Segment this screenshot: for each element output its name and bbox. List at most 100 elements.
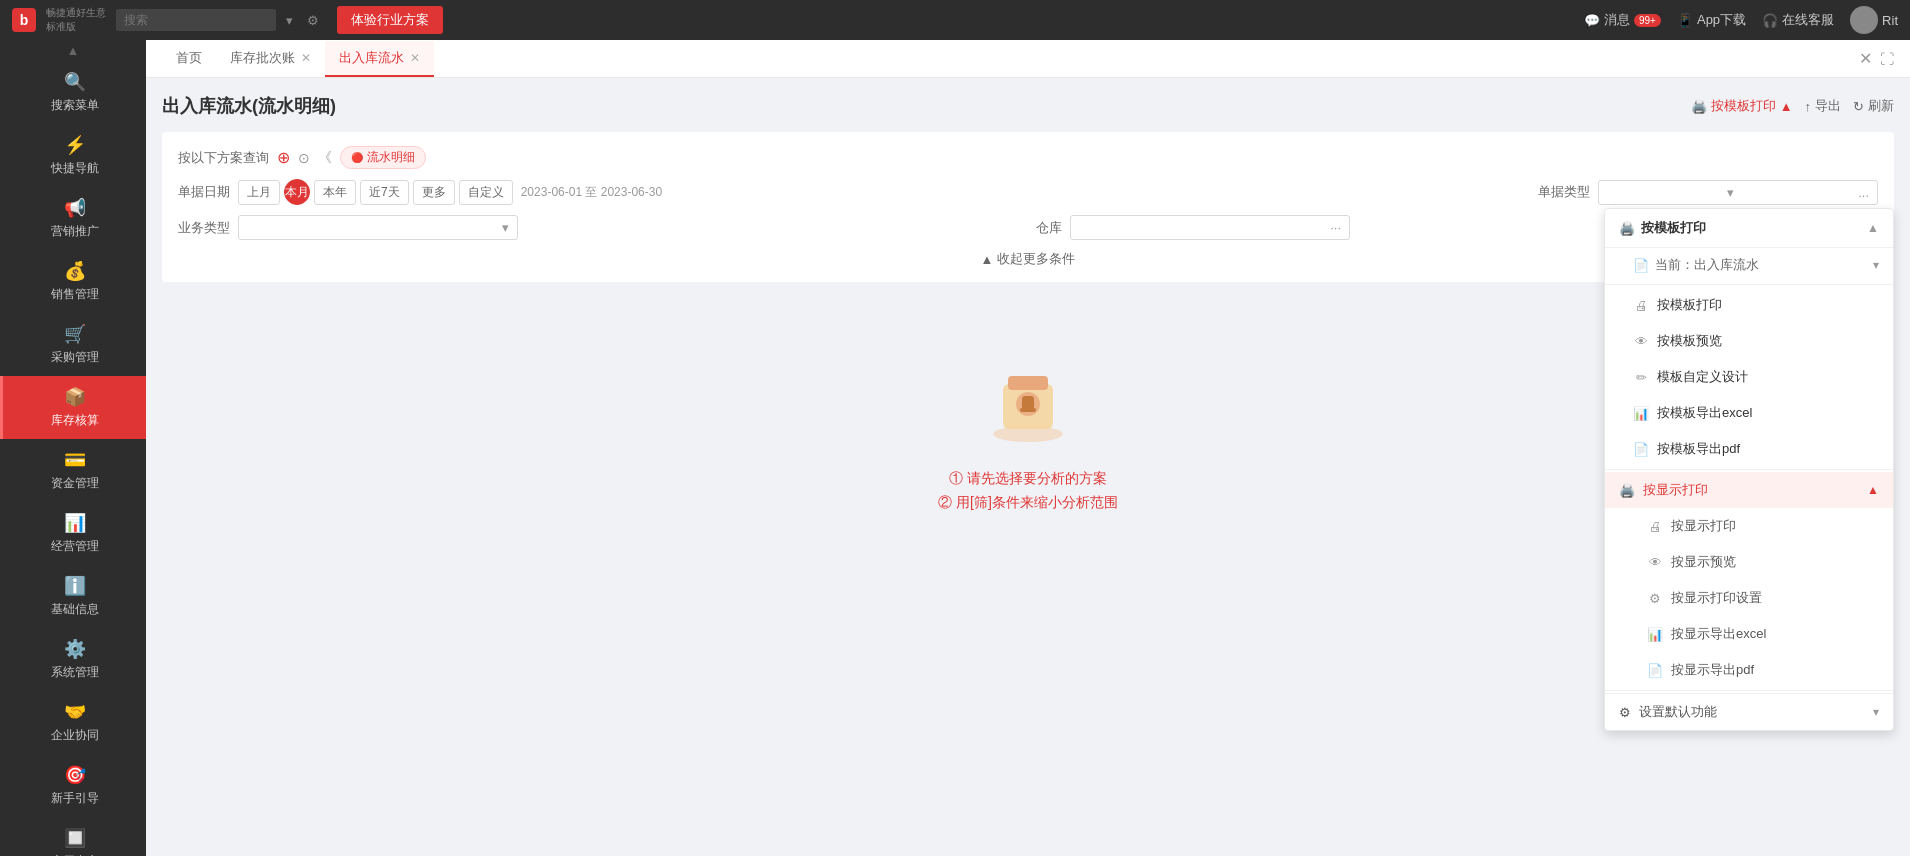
filter-add-button[interactable]: ⊕	[277, 148, 290, 167]
sidebar-item-purchase[interactable]: 🛒 采购管理	[0, 313, 146, 376]
message-badge: 99+	[1634, 14, 1661, 27]
tab-area-close-icon[interactable]: ✕	[1859, 49, 1872, 68]
dp-excel-icon: 📊	[1633, 405, 1649, 421]
tab-inout-flow[interactable]: 出入库流水 ✕	[325, 41, 434, 77]
online-service-button[interactable]: 🎧 在线客服	[1762, 11, 1834, 29]
sidebar-item-guide[interactable]: 🎯 新手引导	[0, 754, 146, 817]
doc-type-select[interactable]: ▾ ...	[1598, 180, 1878, 205]
date-btn-this-month[interactable]: 本月	[284, 179, 310, 205]
tab-home[interactable]: 首页	[162, 41, 216, 77]
date-btn-last-month[interactable]: 上月	[238, 180, 280, 205]
export-button[interactable]: ↑ 导出	[1805, 97, 1842, 115]
filter-collapse-button[interactable]: 《	[318, 149, 332, 167]
purchase-icon: 🛒	[64, 323, 86, 345]
date-label: 单据日期	[178, 183, 230, 201]
topbar-right: 💬 消息 99+ 📱 App下载 🎧 在线客服 Rit	[1584, 6, 1898, 34]
sidebar-item-enterprise[interactable]: 🤝 企业协同	[0, 691, 146, 754]
dropdown-item-display-print[interactable]: 🖨 按显示打印	[1605, 508, 1893, 544]
filter-settings-button[interactable]: ⊙	[298, 150, 310, 166]
sidebar-item-inventory[interactable]: 📦 库存核算	[0, 376, 146, 439]
avatar-image	[1850, 6, 1878, 34]
app-download-button[interactable]: 📱 App下载	[1677, 11, 1746, 29]
messages-button[interactable]: 💬 消息 99+	[1584, 11, 1661, 29]
business-type-filter-field: 业务类型 ▾	[178, 215, 1020, 240]
current-icon: 📄	[1633, 258, 1649, 273]
tab-batch-ledger[interactable]: 库存批次账 ✕	[216, 41, 325, 77]
export-icon: ↑	[1805, 99, 1812, 114]
business-type-select[interactable]: ▾	[238, 215, 518, 240]
dropdown-title: 🖨️ 按模板打印	[1619, 219, 1706, 237]
date-btn-this-year[interactable]: 本年	[314, 180, 356, 205]
trial-button[interactable]: 体验行业方案	[337, 6, 443, 34]
dropdown-item-display-export-excel[interactable]: 📊 按显示导出excel	[1605, 616, 1893, 652]
search-chevron-icon[interactable]: ▾	[286, 13, 293, 28]
dropdown-footer[interactable]: ⚙ 设置默认功能 ▾	[1605, 693, 1893, 730]
warehouse-select[interactable]: ···	[1070, 215, 1350, 240]
sidebar-item-quick-nav[interactable]: ⚡ 快捷导航	[0, 124, 146, 187]
topbar-gear-icon[interactable]: ⚙	[307, 13, 319, 28]
dropdown-current: 📄 当前：出入库流水 ▾	[1605, 248, 1893, 282]
dp-print-icon: 🖨	[1633, 297, 1649, 313]
date-btn-custom[interactable]: 自定义	[459, 180, 513, 205]
sidebar-item-sales[interactable]: 💰 销售管理	[0, 250, 146, 313]
tab-inout-flow-close[interactable]: ✕	[410, 51, 420, 65]
page-title: 出入库流水(流水明细)	[162, 94, 336, 118]
sidebar-item-basic[interactable]: ℹ️ 基础信息	[0, 565, 146, 628]
dp-display-excel-icon: 📊	[1647, 626, 1663, 642]
tab-batch-ledger-close[interactable]: ✕	[301, 51, 311, 65]
dropdown-item-display-preview[interactable]: 👁 按显示预览	[1605, 544, 1893, 580]
dropdown-section-display[interactable]: 🖨️ 按显示打印 ▲	[1605, 472, 1893, 508]
dropdown-arrow-up[interactable]: ▲	[1867, 221, 1879, 235]
template-print-button[interactable]: 🖨️ 按模板打印 ▲	[1691, 97, 1793, 115]
page-header-actions: 🖨️ 按模板打印 ▲ ↑ 导出 ↻ 刷新	[1691, 97, 1894, 115]
printer-icon: 🖨️	[1691, 99, 1707, 114]
sidebar-item-app-center[interactable]: 🔲 应用中心	[0, 817, 146, 856]
page-header: 出入库流水(流水明细) 🖨️ 按模板打印 ▲ ↑ 导出 ↻ 刷新	[162, 94, 1894, 118]
search-icon: 🔍	[64, 71, 86, 93]
refresh-icon: ↻	[1853, 99, 1864, 114]
date-btn-more[interactable]: 更多	[413, 180, 455, 205]
business-type-label: 业务类型	[178, 219, 230, 237]
sidebar-item-system[interactable]: ⚙️ 系统管理	[0, 628, 146, 691]
dropdown-item-template-export-pdf[interactable]: 📄 按模板导出pdf	[1605, 431, 1893, 467]
tab-area-expand-icon[interactable]: ⛶	[1880, 51, 1894, 67]
refresh-button[interactable]: ↻ 刷新	[1853, 97, 1894, 115]
sidebar-item-search[interactable]: 🔍 搜索菜单	[0, 61, 146, 124]
system-icon: ⚙️	[64, 638, 86, 660]
message-icon: 💬	[1584, 13, 1600, 28]
sidebar-item-marketing[interactable]: 📢 营销推广	[0, 187, 146, 250]
dp-divider-2	[1605, 469, 1893, 470]
dropdown-item-template-preview[interactable]: 👁 按模板预览	[1605, 323, 1893, 359]
dp-footer-icon: ⚙	[1619, 705, 1631, 720]
date-btn-last-7[interactable]: 近7天	[360, 180, 409, 205]
dp-preview-icon: 👁	[1633, 333, 1649, 349]
inventory-icon: 📦	[64, 386, 86, 408]
sidebar-item-finance[interactable]: 💳 资金管理	[0, 439, 146, 502]
content-area: 首页 库存批次账 ✕ 出入库流水 ✕ ✕ ⛶ 出入库流水(流水明细)	[146, 40, 1910, 856]
search-input[interactable]	[116, 9, 276, 31]
collapse-more-arrow-icon: ▲	[981, 252, 994, 267]
sidebar-item-operation[interactable]: 📊 经营管理	[0, 502, 146, 565]
dropdown-current-arrow[interactable]: ▾	[1873, 258, 1879, 272]
date-filter-field: 单据日期 上月 本月 本年 近7天 更多 自定义 2023-06-01 至 20…	[178, 179, 662, 205]
dp-divider-3	[1605, 690, 1893, 691]
user-avatar[interactable]: Rit	[1850, 6, 1898, 34]
date-range-display: 2023-06-01 至 2023-06-30	[521, 184, 662, 201]
filter-active-tag[interactable]: 🔴 流水明细	[340, 146, 426, 169]
finance-icon: 💳	[64, 449, 86, 471]
template-print-chevron-up: ▲	[1780, 99, 1793, 114]
sidebar-scroll-up[interactable]: ▲	[0, 40, 146, 61]
dropdown-item-display-export-pdf[interactable]: 📄 按显示导出pdf	[1605, 652, 1893, 688]
enterprise-icon: 🤝	[64, 701, 86, 723]
dropdown-item-template-custom[interactable]: ✏ 模板自定义设计	[1605, 359, 1893, 395]
dropdown-item-template-export-excel[interactable]: 📊 按模板导出excel	[1605, 395, 1893, 431]
dropdown-item-display-settings[interactable]: ⚙ 按显示打印设置	[1605, 580, 1893, 616]
warehouse-select-dots: ···	[1330, 220, 1341, 235]
empty-icon	[978, 354, 1078, 454]
doc-type-label: 单据类型	[1538, 183, 1590, 201]
guide-icon: 🎯	[64, 764, 86, 786]
doc-type-select-arrow: ▾	[1727, 185, 1734, 200]
svg-rect-5	[1020, 408, 1036, 412]
dp-pdf-icon: 📄	[1633, 441, 1649, 457]
dropdown-item-template-print[interactable]: 🖨 按模板打印	[1605, 287, 1893, 323]
